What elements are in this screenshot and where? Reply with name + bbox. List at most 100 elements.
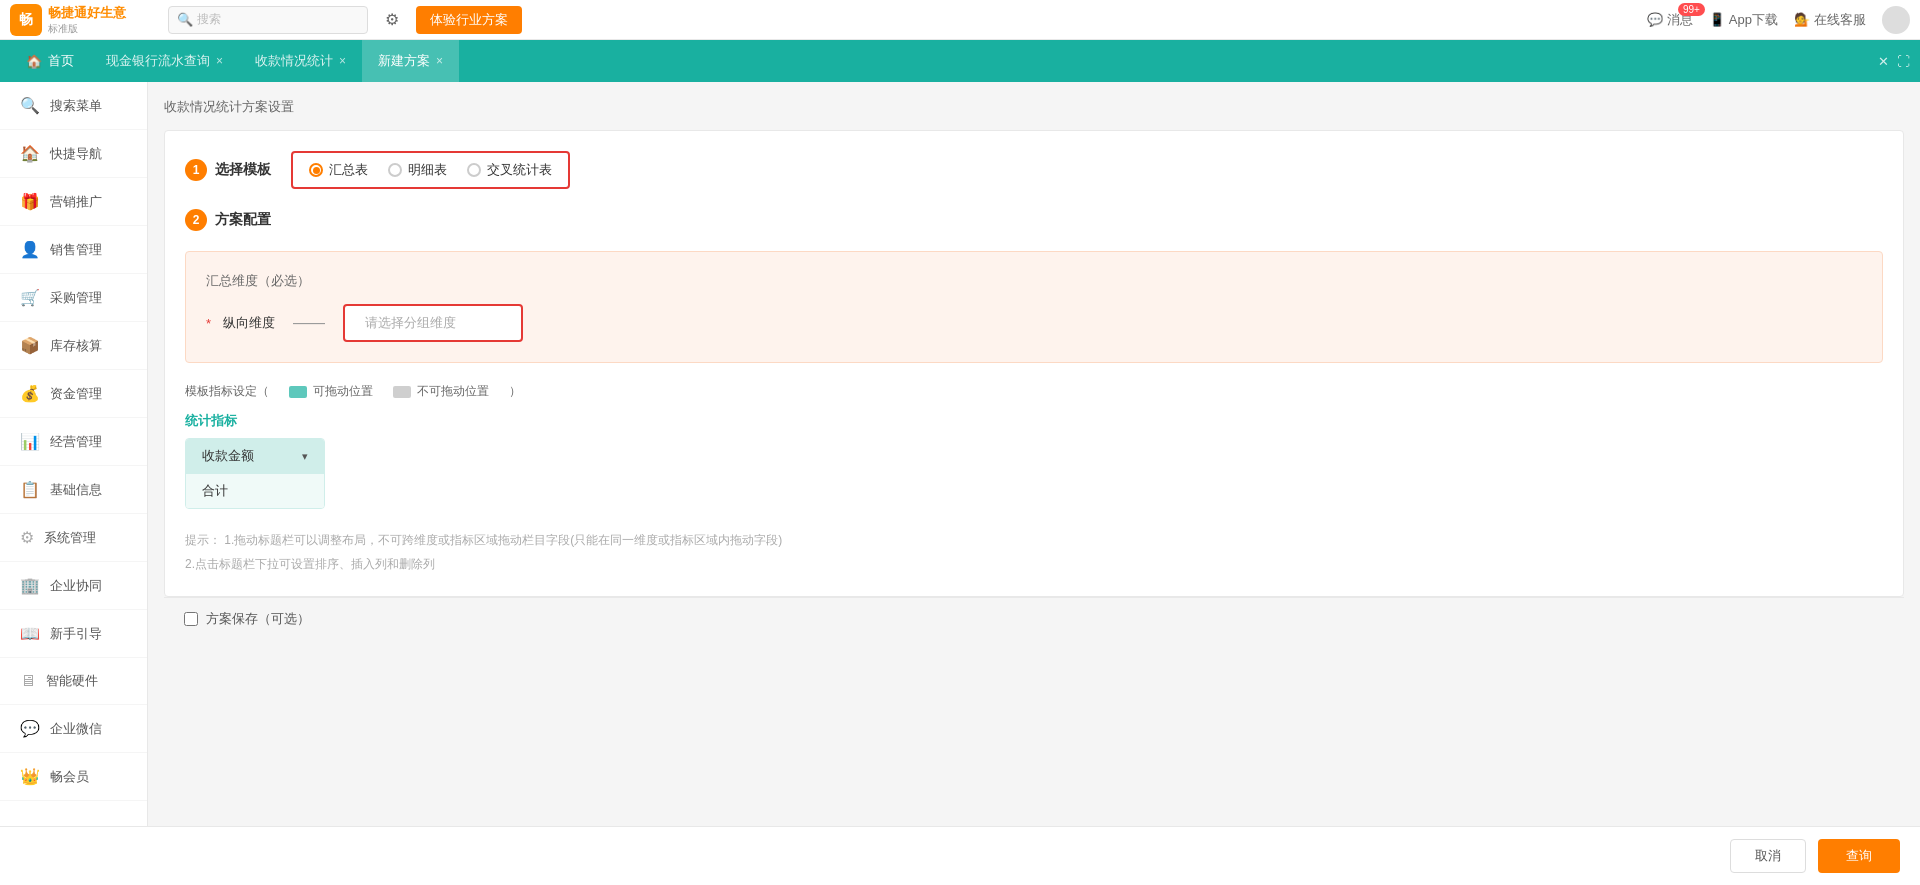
logo-sub: 标准版 [48, 22, 126, 36]
sidebar-item-enterprise[interactable]: 🏢 企业协同 [0, 562, 147, 610]
sidebar-item-marketing[interactable]: 🎁 营销推广 [0, 178, 147, 226]
radio-dot-crosstab [467, 163, 481, 177]
message-button[interactable]: 💬 消息 99+ [1647, 11, 1693, 29]
wechat-icon: 💬 [20, 719, 40, 738]
metrics-header: 模板指标设定（ 可拖动位置 不可拖动位置 ） [185, 383, 1883, 400]
guide-icon: 📖 [20, 624, 40, 643]
sidebar-item-search[interactable]: 🔍 搜索菜单 [0, 82, 147, 130]
sidebar-item-operations[interactable]: 📊 经营管理 [0, 418, 147, 466]
close-window-button[interactable]: ✕ [1878, 54, 1889, 69]
chevron-down-icon[interactable]: ▾ [302, 450, 308, 463]
save-row: 方案保存（可选） [164, 597, 1904, 640]
main-card: 1 选择模板 汇总表 明细表 交叉统计表 [164, 130, 1904, 597]
gear-button[interactable]: ⚙ [378, 6, 406, 34]
sidebar-label-finance: 资金管理 [50, 385, 102, 403]
sidebar-item-guide[interactable]: 📖 新手引导 [0, 610, 147, 658]
sidebar-label-quicknav: 快捷导航 [50, 145, 102, 163]
sidebar-label-basic-info: 基础信息 [50, 481, 102, 499]
industry-button[interactable]: 体验行业方案 [416, 6, 522, 34]
maximize-window-button[interactable]: ⛶ [1897, 54, 1910, 69]
marketing-icon: 🎁 [20, 192, 40, 211]
sidebar-label-inventory: 库存核算 [50, 337, 102, 355]
hardware-icon: 🖥 [20, 672, 36, 690]
cancel-button[interactable]: 取消 [1730, 839, 1806, 873]
online-service-button[interactable]: 💁 在线客服 [1794, 11, 1866, 29]
radio-crosstab-label: 交叉统计表 [487, 161, 552, 179]
tab-cash-flow-label: 现金银行流水查询 [106, 52, 210, 70]
search-bar[interactable]: 🔍 搜索 [168, 6, 368, 34]
user-avatar[interactable] [1882, 6, 1910, 34]
tab-new-plan[interactable]: 新建方案 × [362, 40, 459, 82]
tab-payment-stats-close[interactable]: × [339, 54, 346, 68]
tab-payment-stats[interactable]: 收款情况统计 × [239, 40, 362, 82]
sidebar-item-sales[interactable]: 👤 销售管理 [0, 226, 147, 274]
sidebar-label-member: 畅会员 [50, 768, 89, 786]
sidebar-label-operations: 经营管理 [50, 433, 102, 451]
operations-icon: 📊 [20, 432, 40, 451]
sidebar-item-quicknav[interactable]: 🏠 快捷导航 [0, 130, 147, 178]
metrics-settings-end: ） [509, 383, 521, 400]
sidebar-item-inventory[interactable]: 📦 库存核算 [0, 322, 147, 370]
query-button[interactable]: 查询 [1818, 839, 1900, 873]
sidebar-item-member[interactable]: 👑 畅会员 [0, 753, 147, 801]
top-header: 畅 畅捷通好生意 标准版 🔍 搜索 ⚙ 体验行业方案 💬 消息 99+ 📱 Ap… [0, 0, 1920, 40]
sidebar-item-system[interactable]: ⚙ 系统管理 [0, 514, 147, 562]
radio-dot-summary [309, 163, 323, 177]
tab-home-label: 首页 [48, 52, 74, 70]
purchase-icon: 🛒 [20, 288, 40, 307]
tab-home[interactable]: 🏠 首页 [10, 40, 90, 82]
static-tag: 不可拖动位置 [393, 383, 489, 400]
inventory-icon: 📦 [20, 336, 40, 355]
main-layout: 🔍 搜索菜单 🏠 快捷导航 🎁 营销推广 👤 销售管理 🛒 采购管理 📦 库存核… [0, 82, 1920, 826]
online-service-icon: 💁 [1794, 12, 1810, 27]
radio-detail-label: 明细表 [408, 161, 447, 179]
logo-icon: 畅 [10, 4, 42, 36]
sidebar-item-finance[interactable]: 💰 资金管理 [0, 370, 147, 418]
finance-icon: 💰 [20, 384, 40, 403]
page-title: 收款情况统计方案设置 [164, 98, 1904, 116]
metrics-group-label: 统计指标 [185, 412, 1883, 430]
sidebar-item-hardware[interactable]: 🖥 智能硬件 [0, 658, 147, 705]
hint-line2: 2.点击标题栏下拉可设置排序、插入列和删除列 [185, 552, 1883, 576]
step1-num: 1 [185, 159, 207, 181]
metrics-settings-label: 模板指标设定（ [185, 383, 269, 400]
tab-cash-flow[interactable]: 现金银行流水查询 × [90, 40, 239, 82]
nav-window-controls: ✕ ⛶ [1878, 54, 1910, 69]
bottom-action-bar: 取消 查询 [0, 826, 1920, 885]
message-badge: 99+ [1678, 3, 1705, 16]
dim-area-label: 汇总维度（必选） [206, 272, 1862, 290]
sales-icon: 👤 [20, 240, 40, 259]
system-icon: ⚙ [20, 528, 34, 547]
radio-summary-label: 汇总表 [329, 161, 368, 179]
home-icon: 🏠 [26, 54, 42, 69]
hint-line1: 提示： 1.拖动标题栏可以调整布局，不可跨维度或指标区域拖动栏目字段(只能在同一… [185, 528, 1883, 552]
sidebar-label-purchase: 采购管理 [50, 289, 102, 307]
radio-detail[interactable]: 明细表 [388, 161, 447, 179]
app-download-icon: 📱 [1709, 12, 1725, 27]
tab-new-plan-close[interactable]: × [436, 54, 443, 68]
sidebar-label-enterprise: 企业协同 [50, 577, 102, 595]
step2-num: 2 [185, 209, 207, 231]
message-icon: 💬 [1647, 12, 1663, 27]
save-checkbox[interactable] [184, 612, 198, 626]
dimension-area: 汇总维度（必选） * 纵向维度 —— 请选择分组维度 [185, 251, 1883, 363]
metrics-table: 收款金额 ▾ 合计 [185, 438, 325, 509]
enterprise-icon: 🏢 [20, 576, 40, 595]
static-tag-label: 不可拖动位置 [417, 383, 489, 400]
radio-crosstab[interactable]: 交叉统计表 [467, 161, 552, 179]
app-download-button[interactable]: 📱 App下载 [1709, 11, 1778, 29]
metrics-col-header[interactable]: 收款金额 ▾ [186, 439, 324, 473]
sidebar-label-guide: 新手引导 [50, 625, 102, 643]
draggable-tag-icon [289, 386, 307, 398]
radio-summary[interactable]: 汇总表 [309, 161, 368, 179]
hints-section: 提示： 1.拖动标题栏可以调整布局，不可跨维度或指标区域拖动栏目字段(只能在同一… [185, 528, 1883, 576]
sidebar-label-system: 系统管理 [44, 529, 96, 547]
tab-cash-flow-close[interactable]: × [216, 54, 223, 68]
dim-select-box[interactable]: 请选择分组维度 [343, 304, 523, 342]
sidebar-item-wechat[interactable]: 💬 企业微信 [0, 705, 147, 753]
required-star: * [206, 316, 211, 331]
logo-area: 畅 畅捷通好生意 标准版 [10, 4, 158, 36]
sidebar-item-purchase[interactable]: 🛒 采购管理 [0, 274, 147, 322]
step2-row: 2 方案配置 [185, 209, 1883, 231]
sidebar-item-basic-info[interactable]: 📋 基础信息 [0, 466, 147, 514]
